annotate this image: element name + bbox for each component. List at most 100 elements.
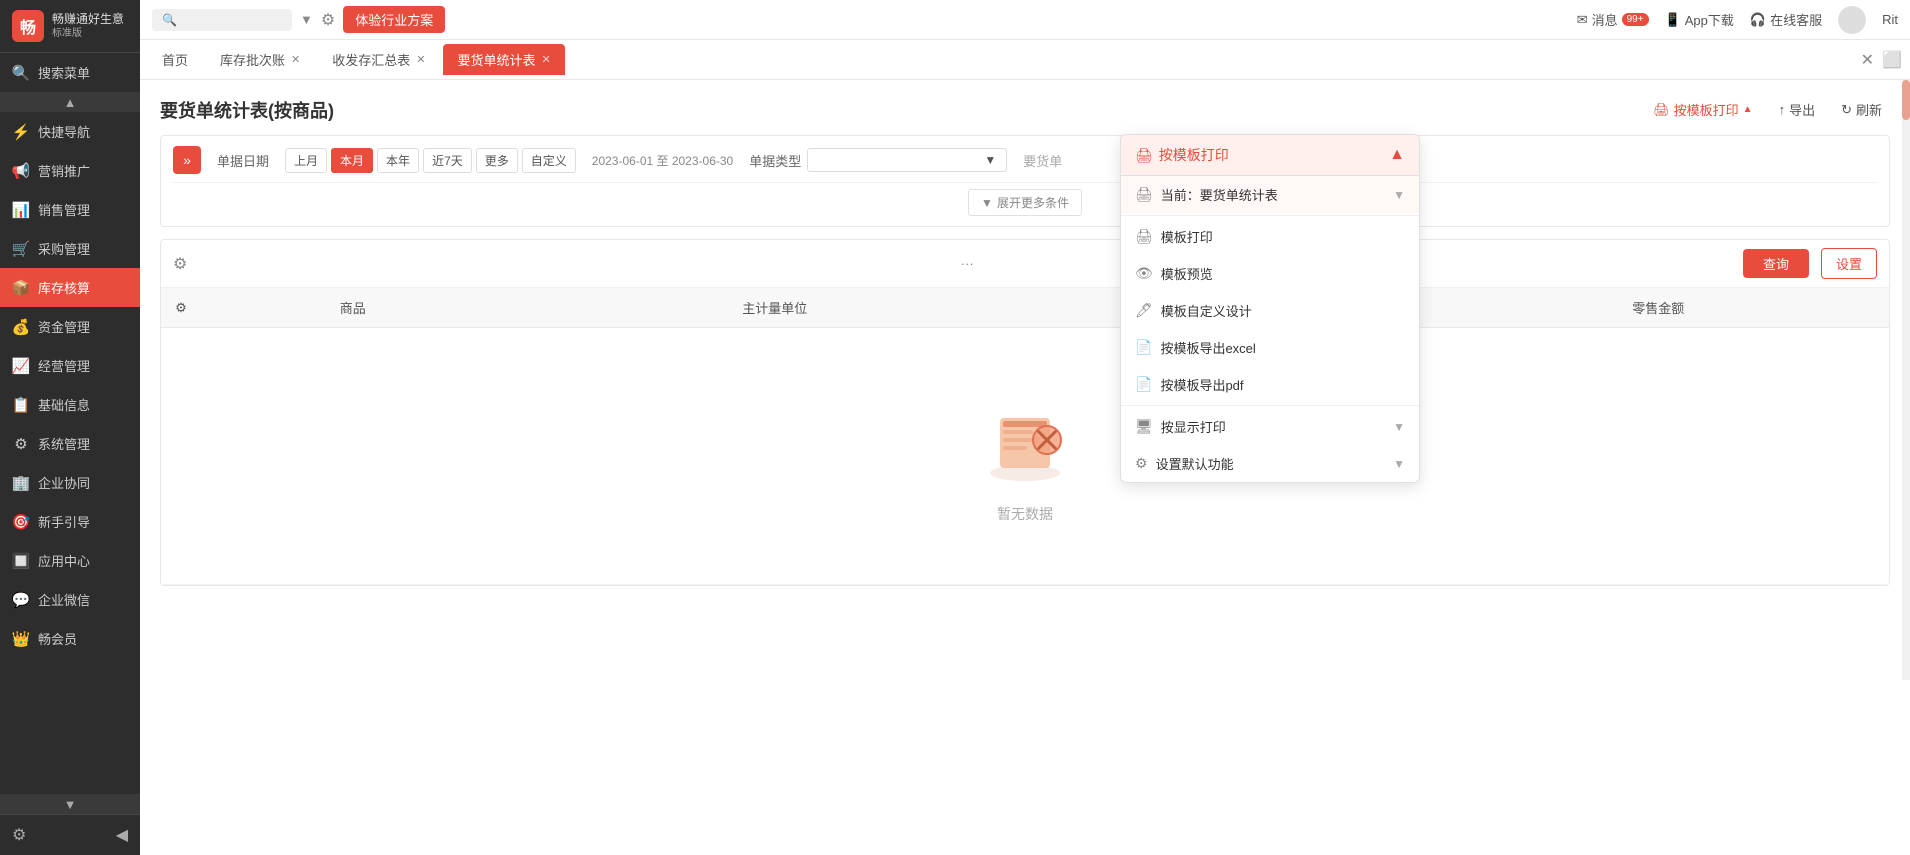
export-button[interactable]: ↑ 导出: [1771, 96, 1824, 123]
avatar: [1838, 6, 1866, 34]
sidebar-item-guide[interactable]: 🎯 新手引导: [0, 502, 140, 541]
topbar: 🔍 ▼ ⚙ 体验行业方案 ✉ 消息 99+ 📱 App下载 🎧 在线客服 Rit: [140, 0, 1910, 40]
dropdown-item-template-design[interactable]: 🖊 模板自定义设计: [1121, 292, 1419, 329]
chevron-down-icon: ▼: [981, 196, 993, 210]
expand-arrow-icon: ▼: [1393, 457, 1405, 471]
dropdown-item-export-pdf[interactable]: 📄 按模板导出pdf: [1121, 366, 1419, 403]
settings-icon[interactable]: ⚙: [12, 825, 26, 845]
tab-home[interactable]: 首页: [148, 44, 202, 75]
tab-inventory-batch[interactable]: 库存批次账 ✕: [206, 44, 314, 75]
col-product: 商品: [201, 288, 505, 328]
filter-type-select: 单据类型 ▼: [749, 148, 1007, 172]
dropdown-item-set-default[interactable]: ⚙ 设置默认功能 ▼: [1121, 445, 1419, 482]
sidebar-item-marketing[interactable]: 📢 营销推广: [0, 151, 140, 190]
trial-button[interactable]: 体验行业方案: [343, 6, 445, 33]
dropdown-current-item[interactable]: 🖨 当前：要货单统计表 ▼: [1121, 176, 1419, 213]
dropdown-item-template-preview[interactable]: 👁 模板预览: [1121, 255, 1419, 292]
sidebar-item-purchase[interactable]: 🛒 采购管理: [0, 229, 140, 268]
tabbar: 首页 库存批次账 ✕ 收发存汇总表 ✕ 要货单统计表 ✕ ✕ ⬜: [140, 40, 1910, 80]
date-btn-this-year[interactable]: 本年: [377, 148, 419, 173]
refresh-button[interactable]: ↻ 刷新: [1833, 96, 1890, 123]
date-btn-more[interactable]: 更多: [476, 148, 518, 173]
app-download-label: App下载: [1685, 10, 1734, 29]
sidebar-item-system[interactable]: ⚙ 系统管理: [0, 424, 140, 463]
dropdown-item-label: 模板打印: [1161, 227, 1213, 246]
basic-icon: 📋: [12, 396, 30, 414]
sidebar-item-wechat[interactable]: 💬 企业微信: [0, 580, 140, 619]
expand-more-button[interactable]: ▼ 展开更多条件: [968, 189, 1082, 216]
sidebar-scroll-down[interactable]: ▼: [0, 794, 140, 814]
sidebar-item-operation[interactable]: 📈 经营管理: [0, 346, 140, 385]
design-icon: 🖊: [1135, 302, 1153, 319]
sidebar-item-appstore[interactable]: 🔲 应用中心: [0, 541, 140, 580]
expand-arrow-icon: ▼: [1393, 420, 1405, 434]
dropdown-item-display-print[interactable]: 🖥 按显示打印 ▼: [1121, 408, 1419, 445]
sidebar-item-label: 企业协同: [38, 473, 90, 492]
date-btn-7days[interactable]: 近7天: [423, 148, 472, 173]
sidebar-scroll-up[interactable]: ▲: [0, 92, 140, 112]
window-maximize-icon[interactable]: ⬜: [1882, 50, 1902, 70]
scrollbar-thumb[interactable]: [1902, 80, 1910, 120]
inventory-icon: 📦: [12, 279, 30, 297]
sidebar-item-label: 资金管理: [38, 317, 90, 336]
topbar-dropdown-icon[interactable]: ▼: [300, 12, 313, 27]
display-icon: 🖥: [1135, 418, 1153, 435]
vertical-scrollbar[interactable]: [1902, 80, 1910, 680]
setting-button[interactable]: 设置: [1821, 248, 1877, 279]
window-close-icon[interactable]: ✕: [1861, 50, 1874, 70]
template-print-button[interactable]: 🖨 按模板打印 ▲: [1645, 96, 1760, 123]
template-print-dropdown: 🖨 按模板打印 ▲ 🖨 当前：要货单统计表 ▼ 🖨 模板打印 👁 模板预览 🖊 …: [1120, 134, 1420, 483]
tab-close-icon[interactable]: ✕: [542, 53, 551, 66]
collapse-icon[interactable]: ◀: [116, 825, 128, 845]
table-gear-icon[interactable]: ⚙: [173, 254, 187, 274]
content-area: 要货单统计表(按商品) 🖨 按模板打印 ▲ ↑ 导出 ↻ 刷新: [140, 80, 1910, 855]
enterprise-icon: 🏢: [12, 474, 30, 492]
finance-icon: 💰: [12, 318, 30, 336]
shortcut-icon: ⚡: [12, 123, 30, 141]
member-icon: 👑: [12, 630, 30, 648]
sidebar-item-finance[interactable]: 💰 资金管理: [0, 307, 140, 346]
dropdown-item-export-excel[interactable]: 📄 按模板导出excel: [1121, 329, 1419, 366]
dropdown-header: 🖨 按模板打印 ▲: [1121, 135, 1419, 176]
message-btn[interactable]: ✉ 消息 99+: [1577, 10, 1649, 29]
dropdown-item-label: 模板自定义设计: [1161, 301, 1252, 320]
tab-close-icon[interactable]: ✕: [291, 53, 300, 66]
sidebar-item-inventory[interactable]: 📦 库存核算: [0, 268, 140, 307]
date-btn-prev-month[interactable]: 上月: [285, 148, 327, 173]
divider: [1121, 215, 1419, 216]
query-button[interactable]: 查询: [1743, 249, 1809, 278]
tab-order-stats[interactable]: 要货单统计表 ✕: [443, 44, 564, 75]
filter-expand-btn[interactable]: »: [173, 146, 201, 174]
dropdown-item-template-print[interactable]: 🖨 模板打印: [1121, 218, 1419, 255]
sidebar-item-shortcut[interactable]: ⚡ 快捷导航: [0, 112, 140, 151]
tab-label: 要货单统计表: [457, 50, 535, 69]
app-download-btn[interactable]: 📱 App下载: [1665, 10, 1734, 29]
tab-close-icon[interactable]: ✕: [416, 53, 425, 66]
set-default-label: 设置默认功能: [1156, 454, 1234, 473]
sidebar-item-search[interactable]: 🔍 搜索菜单: [0, 53, 140, 92]
sidebar-item-sales[interactable]: 📊 销售管理: [0, 190, 140, 229]
sidebar-item-label: 系统管理: [38, 434, 90, 453]
display-print-label: 按显示打印: [1161, 417, 1226, 436]
sidebar-item-enterprise[interactable]: 🏢 企业协同: [0, 463, 140, 502]
template-print-label: 按模板打印: [1674, 100, 1739, 119]
dropdown-close-icon[interactable]: ▲: [1389, 146, 1405, 164]
page-header: 要货单统计表(按商品) 🖨 按模板打印 ▲ ↑ 导出 ↻ 刷新: [160, 96, 1890, 123]
online-service-btn[interactable]: 🎧 在线客服: [1750, 10, 1822, 29]
date-btn-this-month[interactable]: 本月: [331, 148, 373, 173]
empty-illustration: [975, 388, 1075, 488]
sidebar-item-member[interactable]: 👑 畅会员: [0, 619, 140, 658]
topbar-search[interactable]: 🔍: [152, 9, 292, 31]
topbar-gear-icon[interactable]: ⚙: [321, 10, 335, 30]
table-more-icon[interactable]: ···: [961, 256, 974, 271]
table-header: ⚙ 商品 主计量单位 主数量 零售金额: [161, 288, 1889, 328]
tab-receipt-summary[interactable]: 收发存汇总表 ✕: [318, 44, 439, 75]
type-select-box[interactable]: ▼: [807, 148, 1007, 172]
sidebar-item-basic[interactable]: 📋 基础信息: [0, 385, 140, 424]
expand-more-row: ▼ 展开更多条件: [173, 182, 1877, 216]
date-btn-custom[interactable]: 自定义: [522, 148, 576, 173]
topbar-right: ✉ 消息 99+ 📱 App下载 🎧 在线客服 Rit: [1577, 6, 1898, 34]
order-category-label: 要货单: [1023, 151, 1062, 170]
dropdown-title-text: 按模板打印: [1159, 145, 1229, 165]
sidebar-item-label: 经营管理: [38, 356, 90, 375]
